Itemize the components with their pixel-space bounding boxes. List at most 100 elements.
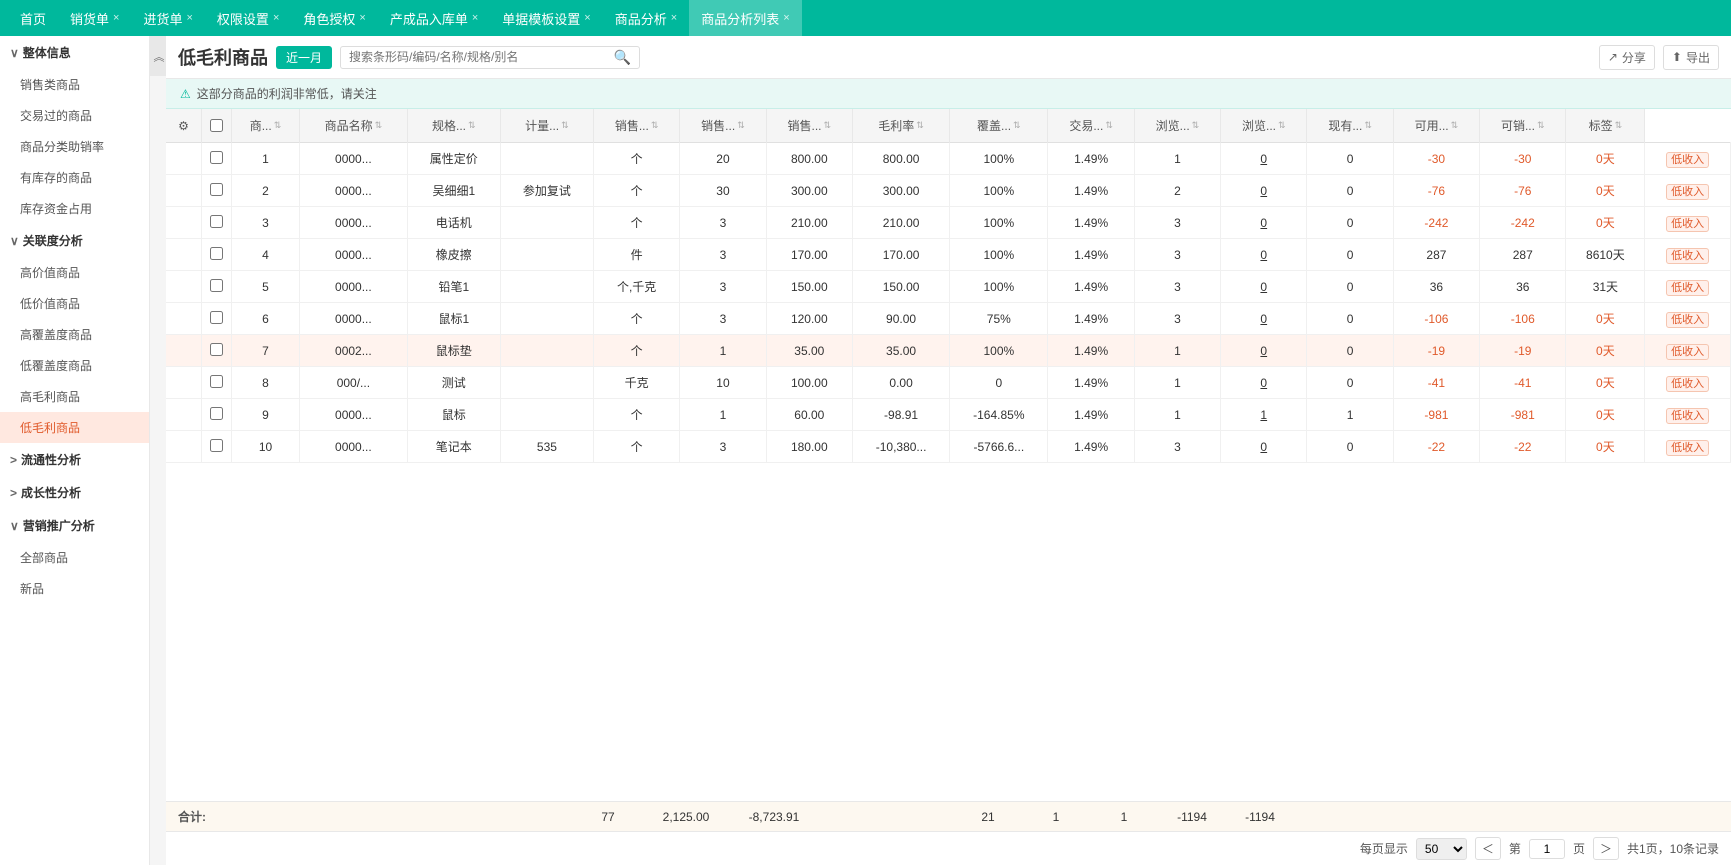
per-page-select[interactable]: 50 20 100	[1416, 838, 1467, 860]
row-checkbox[interactable]	[210, 151, 223, 164]
row-checkbox[interactable]	[210, 311, 223, 324]
sidebar-item-有库存的商品[interactable]: 有库存的商品	[0, 162, 149, 193]
sidebar-item-高覆盖度商品[interactable]: 高覆盖度商品	[0, 319, 149, 350]
cell-empty[interactable]	[166, 399, 202, 431]
nav-item-产成品入库单[interactable]: 产成品入库单×	[378, 0, 490, 36]
sidebar-group-营销推广分析[interactable]: ∨营销推广分析	[0, 509, 149, 542]
sidebar-item-低价值商品[interactable]: 低价值商品	[0, 288, 149, 319]
nav-item-销货单[interactable]: 销货单×	[58, 0, 131, 36]
cell-empty[interactable]	[166, 207, 202, 239]
nav-item-商品分析[interactable]: 商品分析×	[603, 0, 689, 36]
close-icon[interactable]: ×	[671, 12, 677, 24]
cell-checkbox[interactable]	[202, 431, 232, 463]
cell-checkbox[interactable]	[202, 303, 232, 335]
row-checkbox[interactable]	[210, 279, 223, 292]
sidebar-item-销售类商品[interactable]: 销售类商品	[0, 69, 149, 100]
page-number-input[interactable]	[1529, 839, 1565, 859]
col-settings[interactable]: ⚙	[166, 109, 202, 143]
cell-empty[interactable]	[166, 175, 202, 207]
sidebar-group-关联度分析[interactable]: ∨关联度分析	[0, 224, 149, 257]
col-name[interactable]: 商品名称⇅	[300, 109, 408, 143]
col-code[interactable]: 商...⇅	[232, 109, 300, 143]
search-icon[interactable]: 🔍	[614, 49, 631, 66]
nav-item-首页[interactable]: 首页	[8, 0, 58, 36]
row-checkbox[interactable]	[210, 407, 223, 420]
select-all-checkbox[interactable]	[210, 119, 223, 132]
nav-item-进货单[interactable]: 进货单×	[131, 0, 204, 36]
cell-sales-price: 100.00	[766, 367, 852, 399]
col-checkbox[interactable]	[202, 109, 232, 143]
close-icon[interactable]: ×	[584, 12, 590, 24]
col-sales-price[interactable]: 销售...⇅	[680, 109, 766, 143]
col-gross-margin[interactable]: 毛利率⇅	[852, 109, 949, 143]
next-page-btn[interactable]: ＞	[1593, 837, 1619, 860]
nav-item-商品分析列表[interactable]: 商品分析列表×	[689, 0, 801, 36]
nav-item-权限设置[interactable]: 权限设置×	[205, 0, 291, 36]
sidebar-item-库存资金占用[interactable]: 库存资金占用	[0, 193, 149, 224]
sidebar-item-高价值商品[interactable]: 高价值商品	[0, 257, 149, 288]
col-current[interactable]: 现有...⇅	[1307, 109, 1393, 143]
nav-item-单据模板设置[interactable]: 单据模板设置×	[490, 0, 602, 36]
cell-empty[interactable]	[166, 143, 202, 175]
col-available[interactable]: 可用...⇅	[1393, 109, 1479, 143]
col-coverage[interactable]: 覆盖...⇅	[950, 109, 1048, 143]
row-checkbox[interactable]	[210, 439, 223, 452]
col-sellable[interactable]: 可销...⇅	[1480, 109, 1566, 143]
row-checkbox[interactable]	[210, 343, 223, 356]
sidebar-item-低覆盖度商品[interactable]: 低覆盖度商品	[0, 350, 149, 381]
col-tag[interactable]: 标签⇅	[1566, 109, 1645, 143]
row-checkbox[interactable]	[210, 375, 223, 388]
close-icon[interactable]: ×	[113, 12, 119, 24]
close-icon[interactable]: ×	[186, 12, 192, 24]
cell-empty[interactable]	[166, 239, 202, 271]
cell-empty[interactable]	[166, 271, 202, 303]
share-button[interactable]: ↗ 分享	[1599, 45, 1655, 70]
cell-checkbox[interactable]	[202, 271, 232, 303]
cell-checkbox[interactable]	[202, 399, 232, 431]
sidebar-item-交易过的商品[interactable]: 交易过的商品	[0, 100, 149, 131]
sidebar-group-整体信息[interactable]: ∨整体信息	[0, 36, 149, 69]
sidebar-item-商品分类助销率[interactable]: 商品分类助销率	[0, 131, 149, 162]
col-transaction[interactable]: 交易...⇅	[1048, 109, 1134, 143]
prev-page-btn[interactable]: ＜	[1475, 837, 1501, 860]
col-unit[interactable]: 计量...⇅	[500, 109, 593, 143]
sidebar-item-低毛利商品[interactable]: 低毛利商品	[0, 412, 149, 443]
row-checkbox[interactable]	[210, 247, 223, 260]
col-sales-qty[interactable]: 销售...⇅	[593, 109, 679, 143]
top-nav: 首页销货单×进货单×权限设置×角色授权×产成品入库单×单据模板设置×商品分析×商…	[0, 0, 1731, 36]
sidebar-item-高毛利商品[interactable]: 高毛利商品	[0, 381, 149, 412]
cell-empty[interactable]	[166, 367, 202, 399]
close-icon[interactable]: ×	[273, 12, 279, 24]
cell-transaction: 1	[1134, 143, 1220, 175]
sidebar-group-流通性分析[interactable]: >流通性分析	[0, 443, 149, 476]
cell-checkbox[interactable]	[202, 239, 232, 271]
row-checkbox[interactable]	[210, 215, 223, 228]
date-filter-button[interactable]: 近一月	[276, 46, 332, 69]
cell-checkbox[interactable]	[202, 175, 232, 207]
cell-empty[interactable]	[166, 335, 202, 367]
col-browse1[interactable]: 浏览...⇅	[1134, 109, 1220, 143]
cell-current: 287	[1393, 239, 1479, 271]
cell-empty[interactable]	[166, 431, 202, 463]
cell-checkbox[interactable]	[202, 207, 232, 239]
cell-checkbox[interactable]	[202, 335, 232, 367]
sidebar-group-成长性分析[interactable]: >成长性分析	[0, 476, 149, 509]
close-icon[interactable]: ×	[359, 12, 365, 24]
col-browse2[interactable]: 浏览...⇅	[1221, 109, 1307, 143]
cell-checkbox[interactable]	[202, 367, 232, 399]
col-sales-amount[interactable]: 销售...⇅	[766, 109, 852, 143]
nav-item-角色授权[interactable]: 角色授权×	[291, 0, 377, 36]
cell-browse1: 0	[1221, 303, 1307, 335]
sidebar-item-全部商品[interactable]: 全部商品	[0, 542, 149, 573]
col-spec[interactable]: 规格...⇅	[407, 109, 500, 143]
close-icon[interactable]: ×	[472, 12, 478, 24]
sidebar-collapse-btn[interactable]: 《	[150, 36, 166, 76]
close-icon[interactable]: ×	[783, 12, 789, 24]
export-button[interactable]: ⬆ 导出	[1663, 45, 1719, 70]
data-table: ⚙ 商...⇅ 商品名称⇅ 规格...⇅ 计量...⇅ 销售...⇅ 销售...…	[166, 109, 1731, 463]
search-input[interactable]	[349, 50, 614, 64]
cell-checkbox[interactable]	[202, 143, 232, 175]
row-checkbox[interactable]	[210, 183, 223, 196]
cell-empty[interactable]	[166, 303, 202, 335]
sidebar-item-新品[interactable]: 新品	[0, 573, 149, 604]
